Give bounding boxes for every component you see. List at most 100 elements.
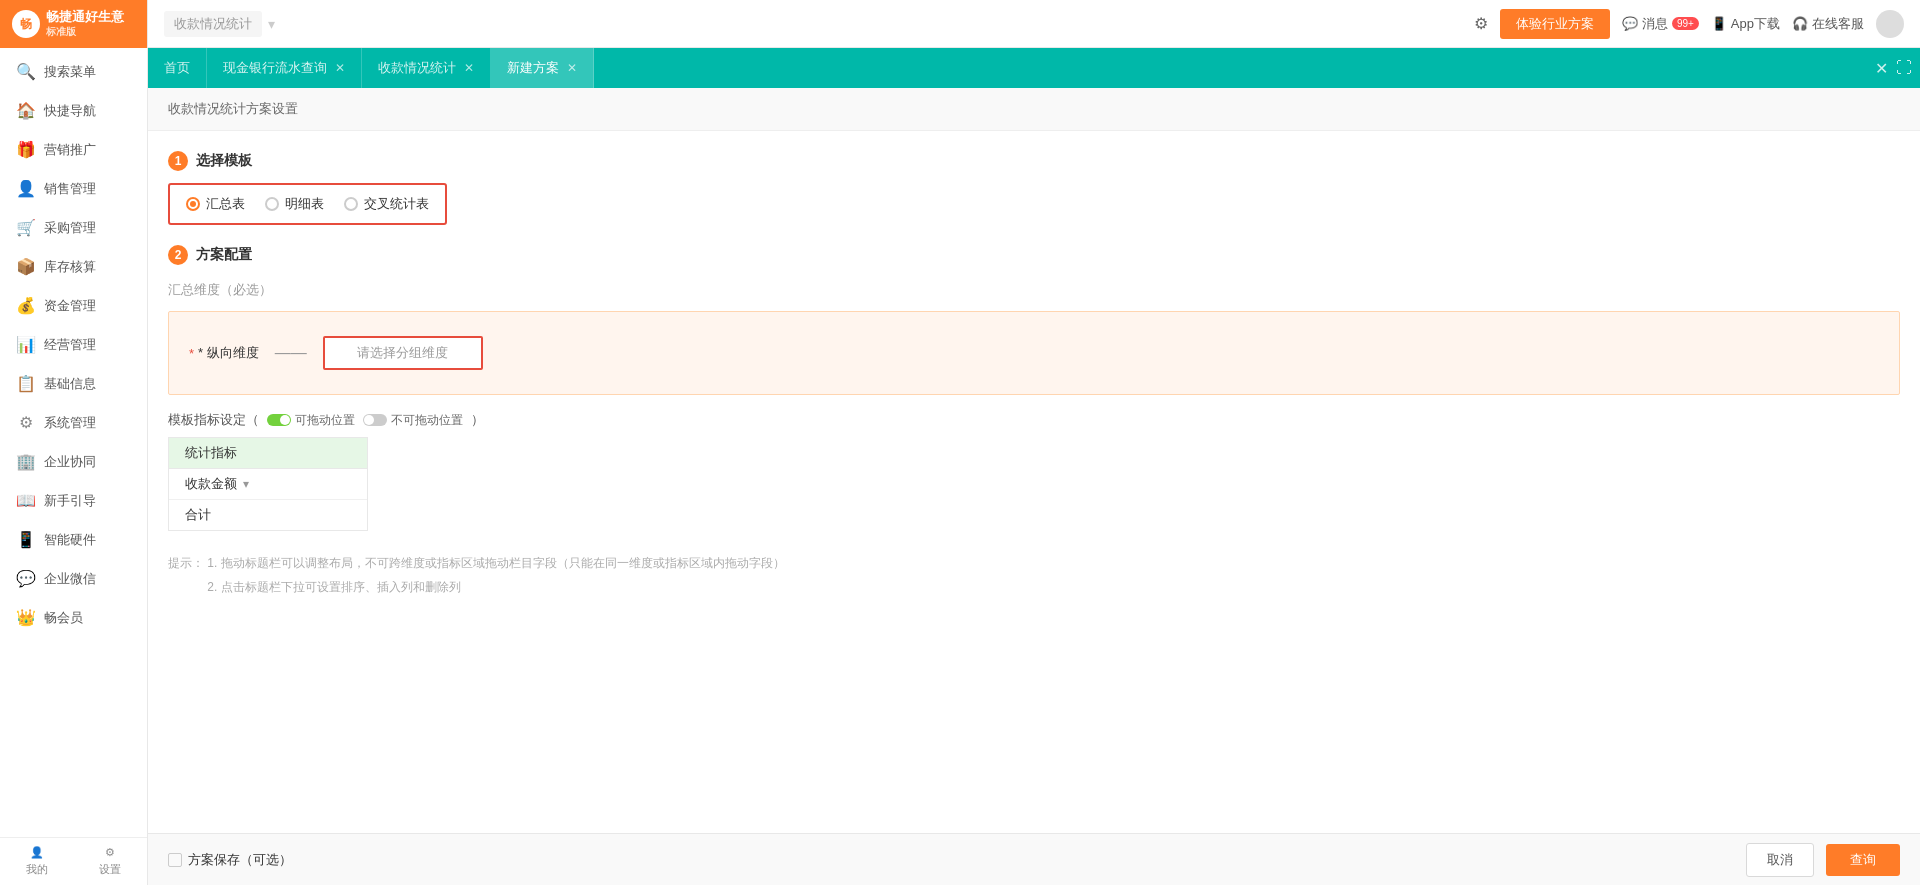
sidebar-item-label: 智能硬件 [44, 531, 96, 549]
section2-label: 方案配置 [196, 246, 252, 264]
sidebar-item-label: 采购管理 [44, 219, 96, 237]
tab-bar: 首页 现金银行流水查询 ✕ 收款情况统计 ✕ 新建方案 ✕ ✕ ⛶ [148, 48, 1920, 88]
cancel-button[interactable]: 取消 [1746, 843, 1814, 877]
sidebar-bottom-settings[interactable]: ⚙ 设置 [74, 838, 148, 885]
sidebar-item-system[interactable]: ⚙ 系统管理 [0, 403, 147, 442]
chart-icon: 📊 [16, 335, 36, 354]
search-icon: 🔍 [16, 62, 36, 81]
tab-home[interactable]: 首页 [148, 48, 207, 88]
sidebar-item-label: 快捷导航 [44, 102, 96, 120]
sidebar-item-member[interactable]: 👑 畅会员 [0, 598, 147, 637]
avatar[interactable] [1876, 10, 1904, 38]
book-icon: 📖 [16, 491, 36, 510]
tab-stats[interactable]: 收款情况统计 ✕ [362, 48, 491, 88]
dimension-group-title: 汇总维度（必选） [168, 281, 1900, 299]
sidebar-item-hardware[interactable]: 📱 智能硬件 [0, 520, 147, 559]
metrics-table-header: 统计指标 [169, 438, 367, 469]
radio-detail-circle [265, 197, 279, 211]
tip1: 提示： 1. 拖动标题栏可以调整布局，不可跨维度或指标区域拖动栏目字段（只能在同… [168, 551, 1900, 575]
sidebar-item-marketing[interactable]: 🎁 营销推广 [0, 130, 147, 169]
app-download-item[interactable]: 📱 App下载 [1711, 15, 1780, 33]
phone-icon: 📱 [16, 530, 36, 549]
drag-active-indicator [267, 414, 291, 426]
tab-new-plan-label: 新建方案 [507, 59, 559, 77]
online-support-item[interactable]: 🎧 在线客服 [1792, 15, 1864, 33]
radio-cross[interactable]: 交叉统计表 [344, 195, 429, 213]
radio-detail-label: 明细表 [285, 195, 324, 213]
tab-bank-close[interactable]: ✕ [335, 61, 345, 75]
sidebar-item-label: 库存核算 [44, 258, 96, 276]
notification-badge: 99+ [1672, 17, 1699, 30]
save-checkbox[interactable] [168, 853, 182, 867]
content-area: 收款情况统计方案设置 1 选择模板 汇总表 [148, 88, 1920, 885]
radio-cross-label: 交叉统计表 [364, 195, 429, 213]
sidebar-bottom-user[interactable]: 👤 我的 [0, 838, 74, 885]
industry-button[interactable]: 体验行业方案 [1500, 9, 1610, 39]
sidebar-item-sales[interactable]: 👤 销售管理 [0, 169, 147, 208]
dimension-select-btn[interactable]: 请选择分组维度 [323, 336, 483, 370]
section1-number: 1 [168, 151, 188, 171]
metrics-header: 模板指标设定（ 可拖动位置 不可拖动位置 ） [168, 411, 1900, 429]
sidebar-nav: 🔍 搜索菜单 🏠 快捷导航 🎁 营销推广 👤 销售管理 🛒 采购管理 📦 库存核… [0, 48, 147, 837]
radio-detail[interactable]: 明细表 [265, 195, 324, 213]
close-btn[interactable]: ✕ [1875, 59, 1888, 78]
logo-icon: 畅 [12, 10, 40, 38]
section-config: 2 方案配置 汇总维度（必选） * * 纵向维度 [168, 245, 1900, 599]
drag-inactive-label: 不可拖动位置 [391, 412, 463, 429]
save-checkbox-item[interactable]: 方案保存（可选） [168, 851, 292, 869]
tab-stats-close[interactable]: ✕ [464, 61, 474, 75]
sidebar-item-label: 新手引导 [44, 492, 96, 510]
page-header: 收款情况统计方案设置 [148, 88, 1920, 131]
sidebar-item-label: 企业协同 [44, 453, 96, 471]
tip1-text: 1. 拖动标题栏可以调整布局，不可跨维度或指标区域拖动栏目字段（只能在同一维度或… [207, 556, 784, 570]
tab-bank[interactable]: 现金银行流水查询 ✕ [207, 48, 362, 88]
app-download-label: App下载 [1731, 15, 1780, 33]
user-bottom-label: 我的 [26, 862, 48, 877]
metrics-row-amount[interactable]: 收款金额 ▾ [169, 469, 367, 500]
sidebar-item-label: 资金管理 [44, 297, 96, 315]
chat-icon: 💬 [16, 569, 36, 588]
settings-icon[interactable]: ⚙ [1474, 14, 1488, 33]
dimension-required-marker: * [189, 346, 194, 361]
sidebar-item-corp[interactable]: 🏢 企业协同 [0, 442, 147, 481]
sidebar-item-guide[interactable]: 📖 新手引导 [0, 481, 147, 520]
sidebar-item-fund[interactable]: 💰 资金管理 [0, 286, 147, 325]
tab-new-plan[interactable]: 新建方案 ✕ [491, 48, 594, 88]
sidebar-item-purchase[interactable]: 🛒 采购管理 [0, 208, 147, 247]
query-button[interactable]: 查询 [1826, 844, 1900, 876]
sidebar-item-label: 畅会员 [44, 609, 83, 627]
sidebar-item-basic[interactable]: 📋 基础信息 [0, 364, 147, 403]
dropdown-icon: ▾ [243, 477, 249, 491]
main-area: 收款情况统计 ▾ ⚙ 体验行业方案 💬 消息 99+ 📱 App下载 🎧 在线客… [148, 0, 1920, 885]
sidebar-item-label: 营销推广 [44, 141, 96, 159]
metrics-section-label: 模板指标设定（ [168, 411, 259, 429]
metrics-amount-label: 收款金额 [185, 475, 237, 493]
sidebar-logo: 畅 畅捷通好生意 标准版 [0, 0, 147, 48]
sidebar-item-label: 搜索菜单 [44, 63, 96, 81]
footer-bar: 方案保存（可选） 取消 查询 [148, 833, 1920, 885]
sidebar-item-wechat[interactable]: 💬 企业微信 [0, 559, 147, 598]
tab-stats-label: 收款情况统计 [378, 59, 456, 77]
maximize-btn[interactable]: ⛶ [1896, 59, 1912, 77]
box-icon: 📦 [16, 257, 36, 276]
sidebar-item-quick-nav[interactable]: 🏠 快捷导航 [0, 91, 147, 130]
tab-new-plan-close[interactable]: ✕ [567, 61, 577, 75]
radio-summary[interactable]: 汇总表 [186, 195, 245, 213]
sidebar-item-operation[interactable]: 📊 经营管理 [0, 325, 147, 364]
home-icon: 🏠 [16, 101, 36, 120]
sidebar-item-inventory[interactable]: 📦 库存核算 [0, 247, 147, 286]
tab-spacer [594, 48, 1867, 88]
section-template: 1 选择模板 汇总表 明细表 [168, 151, 1900, 225]
user-bottom-icon: 👤 [30, 846, 44, 859]
metrics-row-total: 合计 [169, 500, 367, 530]
template-select-area: 汇总表 明细表 交叉统计表 [168, 183, 447, 225]
sidebar-item-search[interactable]: 🔍 搜索菜单 [0, 52, 147, 91]
support-icon: 🎧 [1792, 16, 1808, 31]
save-checkbox-label: 方案保存（可选） [188, 851, 292, 869]
tab-home-label: 首页 [164, 59, 190, 77]
building-icon: 🏢 [16, 452, 36, 471]
notification-item[interactable]: 💬 消息 99+ [1622, 15, 1699, 33]
dimension-row-label-text: * 纵向维度 [198, 344, 259, 362]
dimension-area: * * 纵向维度 —— 请选择分组维度 [168, 311, 1900, 395]
sidebar-item-label: 企业微信 [44, 570, 96, 588]
